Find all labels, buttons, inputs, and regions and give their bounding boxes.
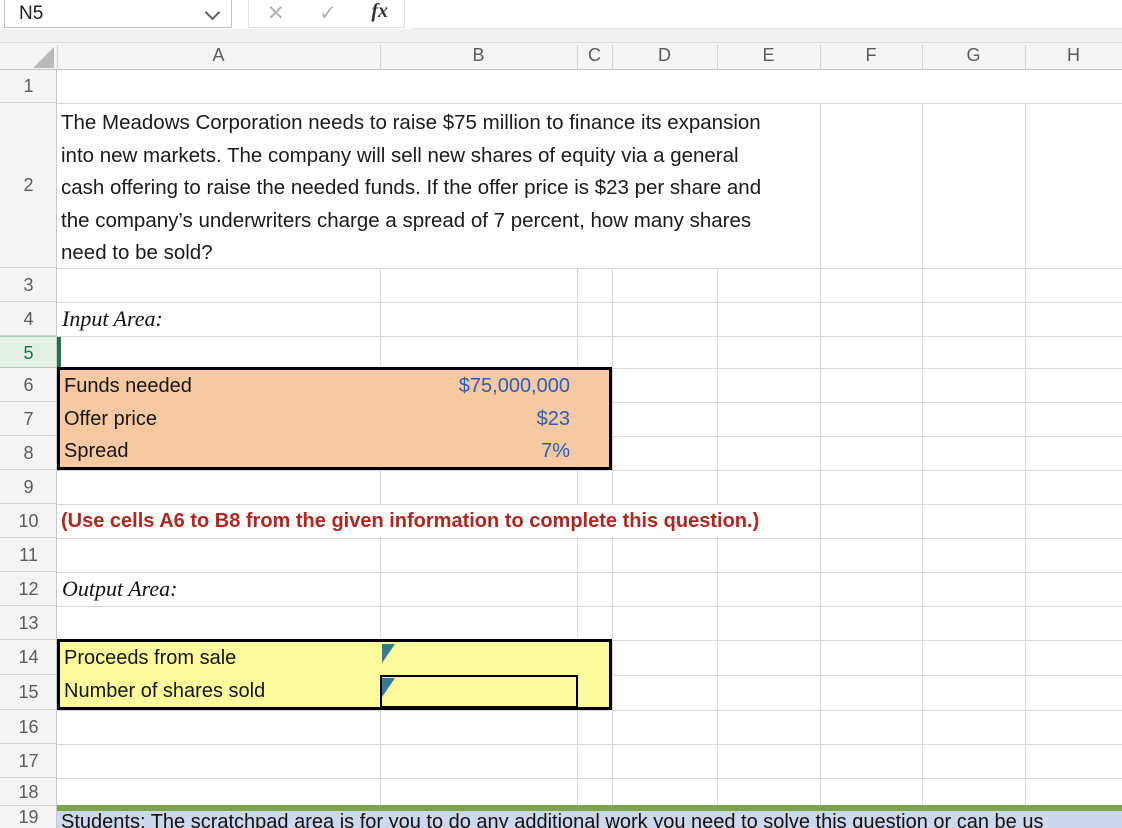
cell-A4-input-area-label[interactable]: Input Area:: [62, 302, 163, 336]
column-header-3[interactable]: D: [612, 42, 717, 70]
scratchpad-note-text: Students: The scratchpad area is for you…: [61, 811, 1122, 828]
column-header-0[interactable]: A: [57, 42, 380, 70]
row-header-16[interactable]: 16: [0, 710, 57, 744]
row-header-2[interactable]: 2: [0, 103, 57, 268]
column-header-separator: [820, 45, 821, 70]
column-header-separator: [577, 45, 578, 70]
cell-A2-question-text[interactable]: The Meadows Corporation needs to raise $…: [61, 107, 761, 270]
column-header-7[interactable]: H: [1025, 42, 1122, 70]
column-header-6[interactable]: G: [922, 42, 1025, 70]
column-header-2[interactable]: C: [577, 42, 612, 70]
name-box[interactable]: N5: [4, 0, 232, 28]
row-header-5[interactable]: 5: [0, 336, 57, 368]
row-header-15[interactable]: 15: [0, 675, 57, 710]
cell-A12-output-area-label[interactable]: Output Area:: [62, 572, 178, 606]
gridline-horizontal: [57, 470, 1122, 471]
table-row: Offer price $23: [60, 402, 609, 436]
cell-A15-label[interactable]: Number of shares sold: [64, 675, 265, 707]
formula-bar-input[interactable]: [412, 0, 1122, 29]
column-header-separator: [612, 45, 613, 70]
row-header-8[interactable]: 8: [0, 436, 57, 470]
active-row-accent: [57, 336, 61, 368]
column-header-separator: [57, 45, 58, 70]
column-header-separator: [922, 45, 923, 70]
column-header-5[interactable]: F: [820, 42, 922, 70]
select-all-button[interactable]: [0, 42, 57, 70]
row-header-18[interactable]: 18: [0, 778, 57, 806]
cell-B8-value[interactable]: 7%: [541, 436, 570, 467]
row-header-10[interactable]: 10: [0, 504, 57, 538]
row-header-7[interactable]: 7: [0, 402, 57, 436]
gridline-vertical: [820, 103, 821, 805]
table-row: Funds needed $75,000,000: [60, 370, 609, 402]
gridline-horizontal: [57, 538, 1122, 539]
row-header-14[interactable]: 14: [0, 640, 57, 675]
row-header-17[interactable]: 17: [0, 744, 57, 778]
row-header-6[interactable]: 6: [0, 368, 57, 402]
row-header-19[interactable]: 19: [0, 806, 57, 828]
column-header-separator: [380, 45, 381, 70]
cell-A8-label[interactable]: Spread: [64, 436, 129, 467]
row-header-12[interactable]: 12: [0, 572, 57, 606]
gridline-vertical: [922, 103, 923, 805]
chevron-down-icon[interactable]: [205, 5, 221, 21]
gridline-horizontal: [57, 336, 1122, 337]
cell-B7-value[interactable]: $23: [537, 402, 570, 436]
table-row: Spread 7%: [60, 436, 609, 467]
output-area-box: Proceeds from sale Number of shares sold: [57, 639, 612, 710]
gridline-horizontal: [57, 778, 1122, 779]
row-header-9[interactable]: 9: [0, 470, 57, 504]
insert-function-icon[interactable]: fx: [371, 0, 388, 23]
row-header-11[interactable]: 11: [0, 538, 57, 572]
gridline-horizontal: [57, 710, 1122, 711]
column-header-4[interactable]: E: [717, 42, 820, 70]
cell-A7-label[interactable]: Offer price: [64, 402, 157, 436]
chrome-divider: [0, 29, 1122, 42]
row-header-1[interactable]: 1: [0, 70, 57, 103]
gridline-horizontal: [57, 302, 1122, 303]
cell-A10-instruction[interactable]: (Use cells A6 to B8 from the given infor…: [60, 505, 765, 537]
cell-B15-answer-box[interactable]: [380, 675, 578, 708]
cell-A19-scratchpad-note[interactable]: Students: The scratchpad area is for you…: [57, 811, 1122, 828]
name-box-value: N5: [19, 3, 43, 25]
input-area-box: Funds needed $75,000,000 Offer price $23…: [57, 367, 612, 470]
cell-A14-label[interactable]: Proceeds from sale: [64, 642, 236, 675]
enter-icon[interactable]: ✓: [319, 1, 337, 26]
table-row: Proceeds from sale: [60, 642, 609, 675]
row-header-13[interactable]: 13: [0, 606, 57, 640]
cell-A6-label[interactable]: Funds needed: [64, 370, 192, 402]
column-header-separator: [717, 45, 718, 70]
select-all-triangle-icon: [33, 47, 54, 68]
spreadsheet-app: N5 ✕ ✓ fx ABCDEFGH 123456789101112131415…: [0, 0, 1122, 828]
row-header-4[interactable]: 4: [0, 302, 57, 336]
gridline-horizontal: [57, 572, 1122, 573]
gridline-horizontal: [57, 606, 1122, 607]
cell-B6-value[interactable]: $75,000,000: [459, 370, 570, 402]
gridline-vertical: [1025, 103, 1026, 805]
cancel-icon[interactable]: ✕: [267, 1, 285, 26]
gridline-horizontal: [57, 744, 1122, 745]
row-header-3[interactable]: 3: [0, 268, 57, 302]
column-header-separator: [1025, 45, 1026, 70]
formula-button-group: ✕ ✓ fx: [248, 0, 405, 28]
column-header-1[interactable]: B: [380, 42, 577, 70]
